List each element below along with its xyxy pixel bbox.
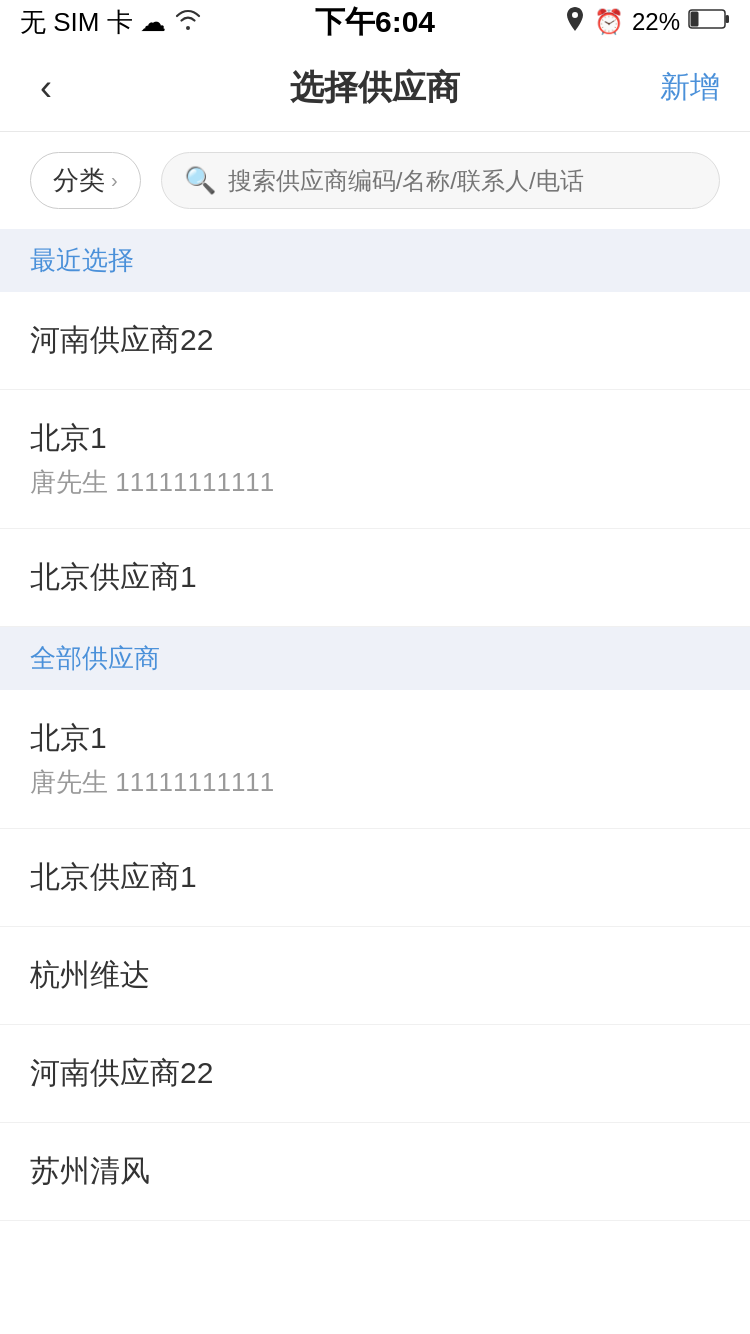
alarm-icon: ⏰ — [594, 8, 624, 36]
item-name: 河南供应商22 — [30, 320, 720, 361]
item-name: 杭州维达 — [30, 955, 720, 996]
location-icon — [564, 6, 586, 38]
recent-section-header: 最近选择 — [0, 229, 750, 292]
item-sub: 唐先生 11111111111 — [30, 765, 720, 800]
category-label: 分类 — [53, 163, 105, 198]
wifi-icon — [174, 7, 202, 38]
item-name: 北京1 — [30, 718, 720, 759]
battery-icon — [688, 8, 730, 36]
search-box[interactable]: 🔍 — [161, 152, 720, 209]
item-name: 北京供应商1 — [30, 557, 720, 598]
item-sub: 唐先生 11111111111 — [30, 465, 720, 500]
recent-section-label: 最近选择 — [30, 245, 134, 275]
all-section-header: 全部供应商 — [0, 627, 750, 690]
item-name: 苏州清风 — [30, 1151, 720, 1192]
search-input[interactable] — [228, 167, 697, 195]
list-item[interactable]: 河南供应商22 — [0, 1025, 750, 1123]
list-item[interactable]: 河南供应商22 — [0, 292, 750, 390]
list-item[interactable]: 北京供应商1 — [0, 529, 750, 627]
filter-bar: 分类 › 🔍 — [0, 132, 750, 229]
category-button[interactable]: 分类 › — [30, 152, 141, 209]
no-sim-label: 无 SIM 卡 ☁ — [20, 5, 166, 40]
all-section-label: 全部供应商 — [30, 643, 160, 673]
battery-label: 22% — [632, 8, 680, 36]
back-button[interactable]: ‹ — [30, 57, 62, 119]
svg-rect-1 — [726, 15, 730, 23]
status-left: 无 SIM 卡 ☁ — [20, 5, 202, 40]
search-icon: 🔍 — [184, 165, 216, 196]
list-item[interactable]: 杭州维达 — [0, 927, 750, 1025]
list-item[interactable]: 苏州清风 — [0, 1123, 750, 1221]
list-item[interactable]: 北京供应商1 — [0, 829, 750, 927]
all-list: 北京1 唐先生 11111111111 北京供应商1 杭州维达河南供应商22 苏州清风 — [0, 690, 750, 1221]
nav-bar: ‹ 选择供应商 新增 — [0, 44, 750, 132]
status-bar: 无 SIM 卡 ☁ 下午6:04 ⏰ 22% — [0, 0, 750, 44]
list-item[interactable]: 北京1 唐先生 11111111111 — [0, 390, 750, 529]
status-right: ⏰ 22% — [564, 6, 730, 38]
item-name: 北京1 — [30, 418, 720, 459]
item-name: 北京供应商1 — [30, 857, 720, 898]
list-item[interactable]: 北京1 唐先生 11111111111 — [0, 690, 750, 829]
recent-list: 河南供应商22 北京1 唐先生 11111111111 北京供应商1 — [0, 292, 750, 627]
page-title: 选择供应商 — [290, 65, 460, 111]
add-button[interactable]: 新增 — [660, 67, 720, 108]
status-time: 下午6:04 — [315, 2, 435, 43]
item-name: 河南供应商22 — [30, 1053, 720, 1094]
svg-rect-2 — [691, 12, 699, 27]
chevron-right-icon: › — [111, 169, 118, 192]
